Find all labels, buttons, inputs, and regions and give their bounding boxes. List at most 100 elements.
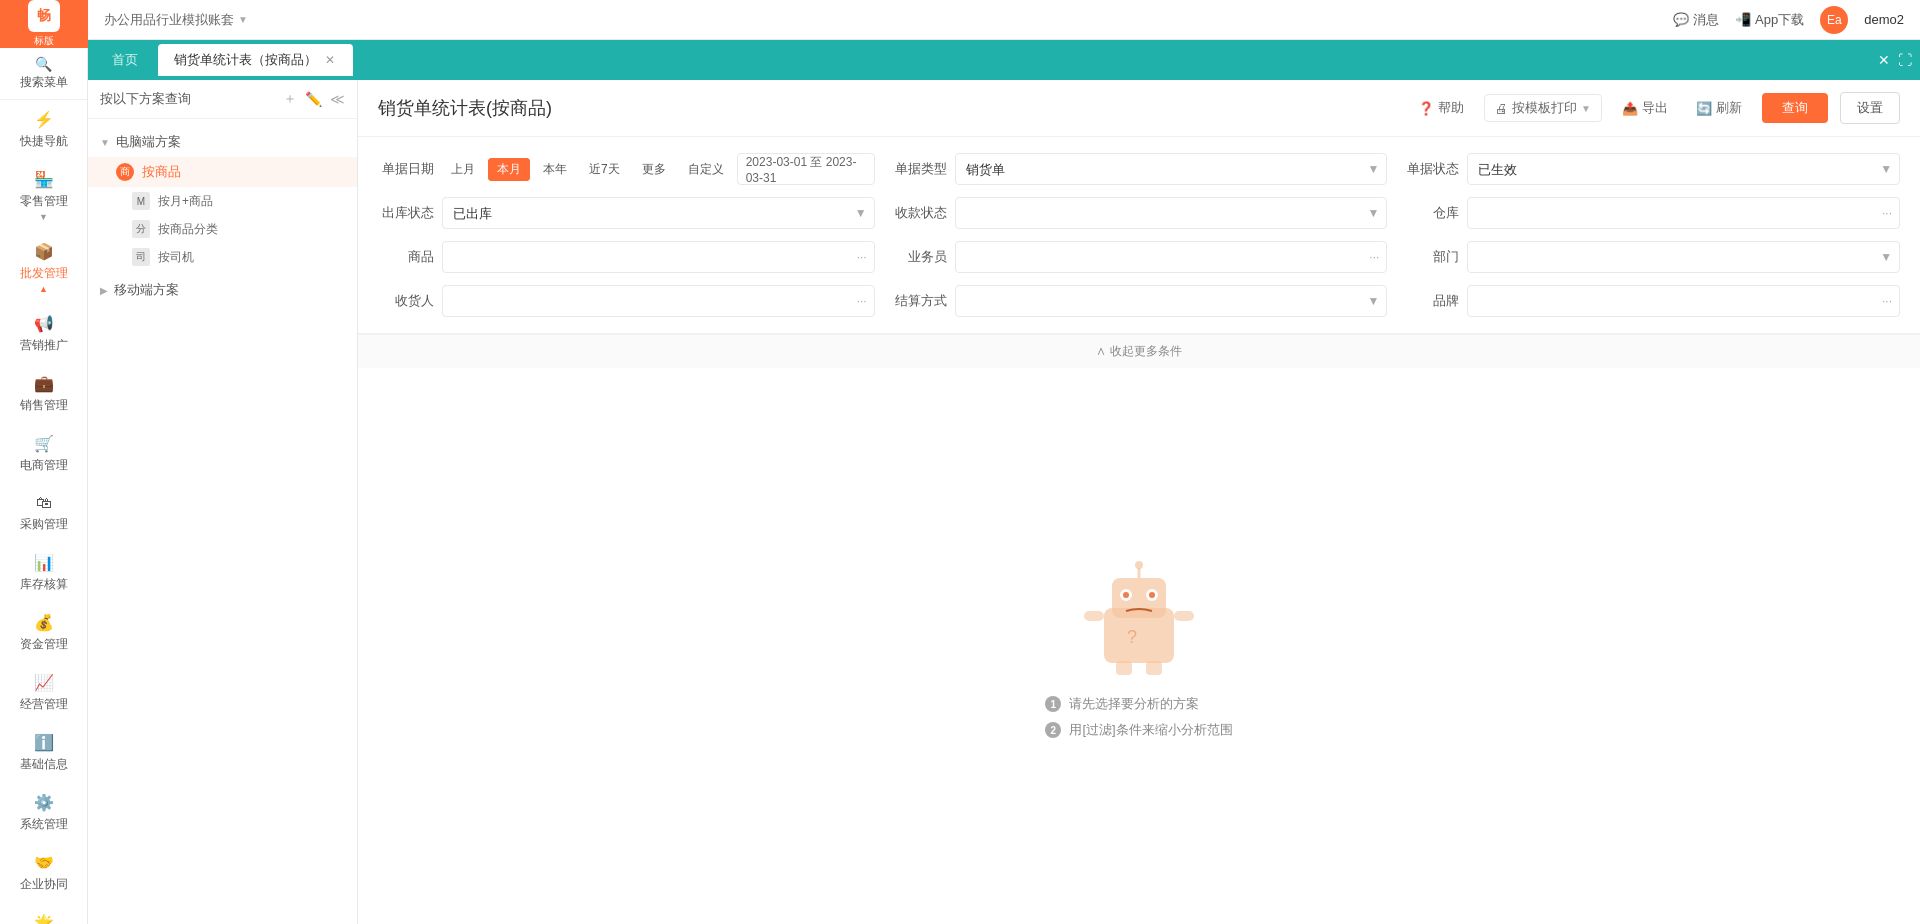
- messages-button[interactable]: 💬 消息: [1673, 11, 1719, 29]
- sidebar-item-guide[interactable]: 🌟 新手引导: [0, 903, 87, 924]
- filter-doc-type-item: 单据类型 销货单 ▼: [891, 153, 1388, 185]
- tab-maximize-icon[interactable]: ⛶: [1898, 52, 1912, 68]
- page-actions: ❓ 帮助 🖨 按模板打印 ▼ 📤 导出 🔄 刷新: [1410, 92, 1900, 124]
- tab-home-label: 首页: [112, 51, 138, 69]
- last-month-btn[interactable]: 上月: [442, 158, 484, 181]
- tree-item-by-month-product[interactable]: M 按月+商品: [88, 187, 357, 215]
- tab-sales-stat[interactable]: 销货单统计表（按商品） ✕: [158, 44, 353, 76]
- filter-doc-status-item: 单据状态 已生效 ▼: [1403, 153, 1900, 185]
- settings-button[interactable]: 设置: [1840, 92, 1900, 124]
- sidebar-item-corp[interactable]: 🤝 企业协同: [0, 843, 87, 903]
- filter-row-3: 商品 ··· 业务员 ··· 部门: [378, 241, 1900, 273]
- tree-group-desktop-header[interactable]: ▼ 电脑端方案: [88, 127, 357, 157]
- refresh-button[interactable]: 🔄 刷新: [1688, 95, 1750, 121]
- salesperson-dots-icon[interactable]: ···: [1369, 250, 1379, 264]
- svg-rect-1: [1112, 578, 1166, 618]
- salesperson-input[interactable]: [955, 241, 1388, 273]
- help-button[interactable]: ❓ 帮助: [1410, 95, 1472, 121]
- edit-scheme-icon[interactable]: ✏️: [305, 91, 322, 107]
- top-header: 办公用品行业模拟账套 ▼ 💬 消息 📲 App下载 Ea demo2: [88, 0, 1920, 40]
- out-status-label: 出库状态: [378, 204, 434, 222]
- hint-2-text: 用[过滤]条件来缩小分析范围: [1069, 721, 1232, 739]
- more-dates-btn[interactable]: 更多: [633, 158, 675, 181]
- sidebar-item-basic[interactable]: ℹ️ 基础信息: [0, 723, 87, 783]
- pay-status-select[interactable]: [955, 197, 1388, 229]
- doc-type-select-wrapper: 销货单 ▼: [955, 153, 1388, 185]
- panel-header: 按以下方案查询 ＋ ✏️ ≪: [88, 80, 357, 119]
- tree-item-by-category[interactable]: 分 按商品分类: [88, 215, 357, 243]
- finance-label: 资金管理: [20, 636, 68, 653]
- date-quick-buttons: 上月 本月 本年 近7天 更多 自定义: [442, 158, 733, 181]
- brand-input[interactable]: [1467, 285, 1900, 317]
- tree-item-by-machine[interactable]: 司 按司机: [88, 243, 357, 271]
- sidebar-item-purchase[interactable]: 🛍 采购管理: [0, 484, 87, 543]
- add-scheme-icon[interactable]: ＋: [283, 90, 297, 108]
- hint-1-text: 请先选择要分析的方案: [1069, 695, 1199, 713]
- sidebar-item-marketing[interactable]: 📢 营销推广: [0, 304, 87, 364]
- warehouse-dots-icon[interactable]: ···: [1882, 206, 1892, 220]
- product-input[interactable]: [442, 241, 875, 273]
- brand-dots-icon[interactable]: ···: [1882, 294, 1892, 308]
- search-menu-button[interactable]: 🔍 搜索菜单: [0, 48, 87, 100]
- consignee-dots-icon[interactable]: ···: [857, 294, 867, 308]
- wholesale-label: 批发管理: [20, 265, 68, 282]
- print-icon: 🖨: [1495, 101, 1508, 116]
- sidebar-item-quick-nav[interactable]: ⚡ 快捷导航: [0, 100, 87, 160]
- collapse-panel-icon[interactable]: ≪: [330, 91, 345, 107]
- ecommerce-label: 电商管理: [20, 457, 68, 474]
- product-input-wrapper: ···: [442, 241, 875, 273]
- this-year-btn[interactable]: 本年: [534, 158, 576, 181]
- consignee-input[interactable]: [442, 285, 875, 317]
- sidebar-item-ecommerce[interactable]: 🛒 电商管理: [0, 424, 87, 484]
- svg-point-5: [1149, 592, 1155, 598]
- app-logo[interactable]: 畅 标版: [0, 0, 88, 48]
- svg-rect-10: [1116, 661, 1132, 675]
- print-button[interactable]: 🖨 按模板打印 ▼: [1484, 94, 1602, 122]
- date-filter-label: 单据日期: [378, 160, 434, 178]
- out-status-select[interactable]: 已出库: [442, 197, 875, 229]
- collapse-bar[interactable]: ∧ 收起更多条件: [358, 334, 1920, 368]
- sidebar-item-retail[interactable]: 🏪 零售管理 ▼: [0, 160, 87, 232]
- department-select[interactable]: [1467, 241, 1900, 273]
- tab-home[interactable]: 首页: [96, 44, 154, 76]
- last-7days-btn[interactable]: 近7天: [580, 158, 629, 181]
- user-avatar[interactable]: Ea: [1820, 6, 1848, 34]
- industry-name: 办公用品行业模拟账套: [104, 11, 234, 29]
- collapse-label: 收起更多条件: [1110, 344, 1182, 358]
- tree-group-mobile-header[interactable]: ▶ 移动端方案: [88, 275, 357, 305]
- system-label: 系统管理: [20, 816, 68, 833]
- sidebar-item-inventory[interactable]: 📊 库存核算: [0, 543, 87, 603]
- filter-out-status-item: 出库状态 已出库 ▼: [378, 197, 875, 229]
- sidebar-item-sales[interactable]: 💼 销售管理: [0, 364, 87, 424]
- this-month-btn[interactable]: 本月: [488, 158, 530, 181]
- product-dots-icon[interactable]: ···: [857, 250, 867, 264]
- export-button[interactable]: 📤 导出: [1614, 95, 1676, 121]
- filter-product-item: 商品 ···: [378, 241, 875, 273]
- filter-pay-status-item: 收款状态 ▼: [891, 197, 1388, 229]
- filter-salesperson-item: 业务员 ···: [891, 241, 1388, 273]
- corp-label: 企业协同: [20, 876, 68, 893]
- sidebar: 畅 标版 🔍 搜索菜单 ⚡ 快捷导航 🏪 零售管理 ▼ 📦 批发管理 ▲ 📢 营…: [0, 0, 88, 924]
- query-button[interactable]: 查询: [1762, 93, 1828, 123]
- app-download-button[interactable]: 📲 App下载: [1735, 11, 1804, 29]
- payment-select[interactable]: [955, 285, 1388, 317]
- salesperson-input-wrapper: ···: [955, 241, 1388, 273]
- industry-dropdown[interactable]: 办公用品行业模拟账套 ▼: [104, 11, 248, 29]
- date-range-input[interactable]: 2023-03-01 至 2023-03-31: [737, 153, 875, 185]
- tab-close-icon[interactable]: ✕: [323, 53, 337, 67]
- sidebar-item-operations[interactable]: 📈 经营管理: [0, 663, 87, 723]
- help-label: 帮助: [1438, 99, 1464, 117]
- salesperson-label: 业务员: [891, 248, 947, 266]
- tree-item-by-product[interactable]: 商 按商品: [88, 157, 357, 187]
- sidebar-item-system[interactable]: ⚙️ 系统管理: [0, 783, 87, 843]
- filter-area: 单据日期 上月 本月 本年 近7天 更多 自定义 2023-: [358, 137, 1920, 334]
- sidebar-item-finance[interactable]: 💰 资金管理: [0, 603, 87, 663]
- tab-close-window-icon[interactable]: ✕: [1878, 52, 1890, 68]
- doc-status-select[interactable]: 已生效: [1467, 153, 1900, 185]
- custom-date-btn[interactable]: 自定义: [679, 158, 733, 181]
- doc-type-select[interactable]: 销货单: [955, 153, 1388, 185]
- sidebar-item-wholesale[interactable]: 📦 批发管理 ▲: [0, 232, 87, 304]
- refresh-icon: 🔄: [1696, 101, 1712, 116]
- warehouse-input[interactable]: [1467, 197, 1900, 229]
- empty-hints: 1 请先选择要分析的方案 2 用[过滤]条件来缩小分析范围: [1045, 695, 1232, 739]
